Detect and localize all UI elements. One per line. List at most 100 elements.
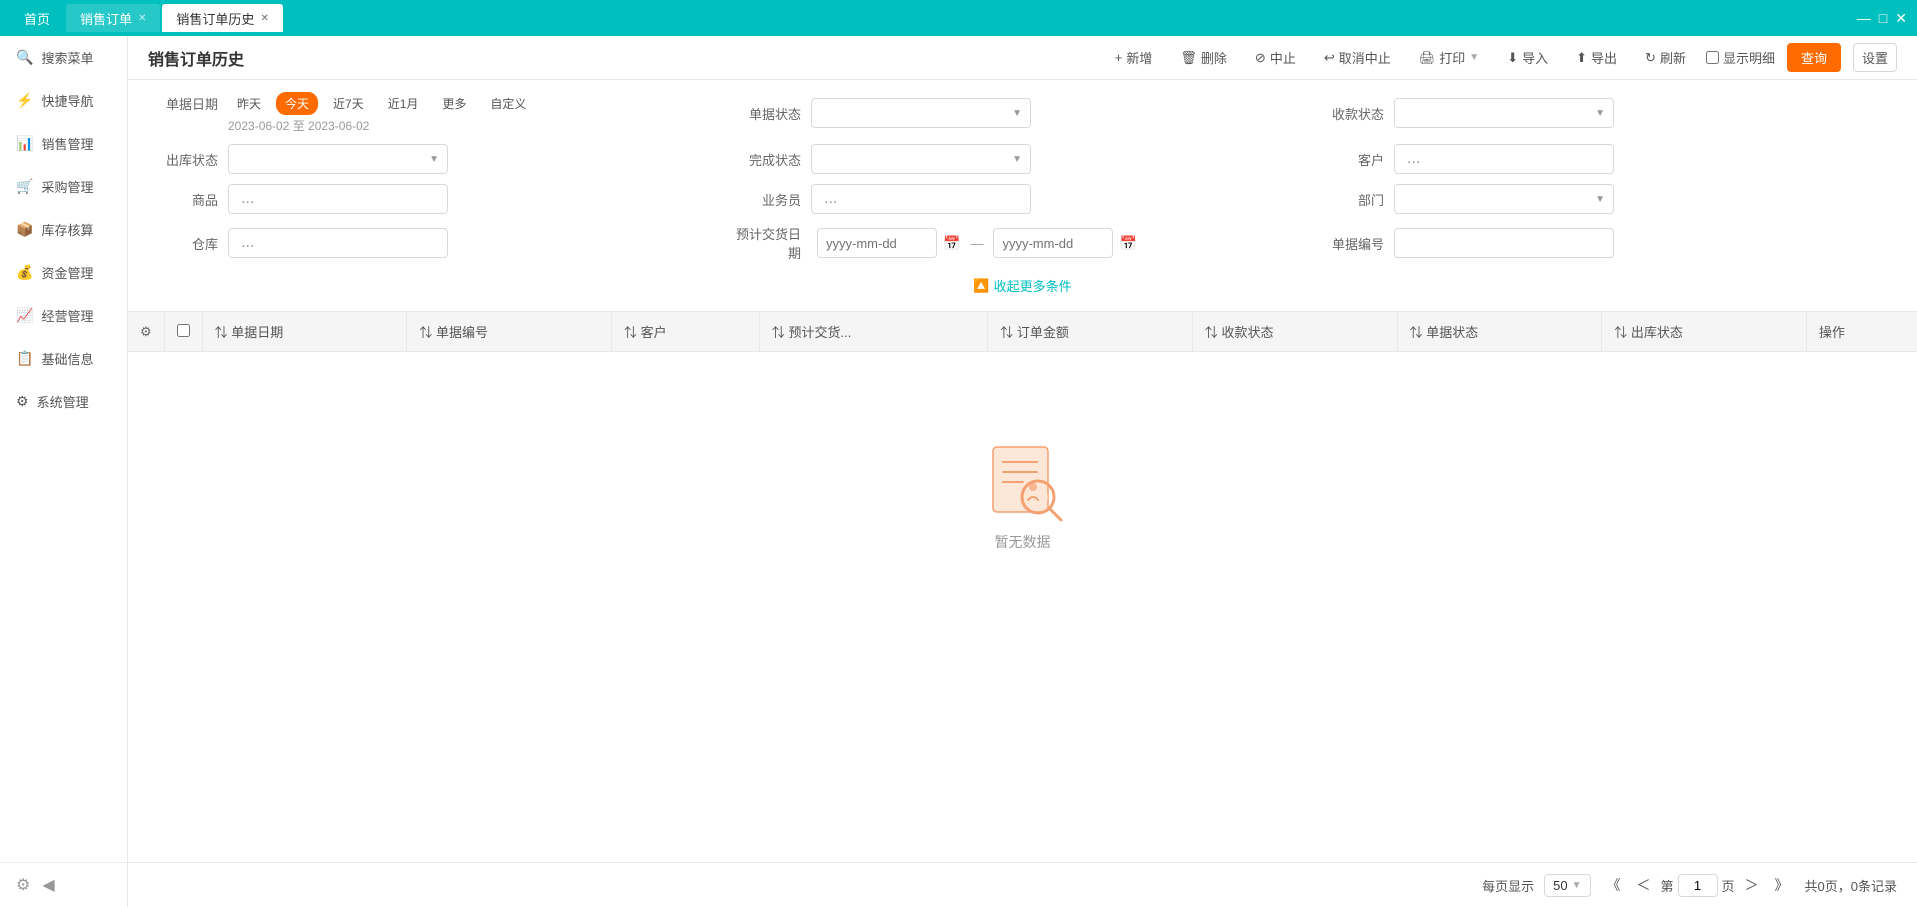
complete-chevron: ▼ — [1012, 154, 1022, 165]
export-button[interactable]: ⬆ 导出 — [1568, 44, 1625, 71]
sidebar-sales-label: 销售管理 — [41, 134, 93, 153]
chip-more[interactable]: 更多 — [433, 92, 475, 115]
tab-sales-order[interactable]: 销售订单 ✕ — [66, 4, 160, 32]
window-minimize-icon[interactable]: — — [1857, 10, 1871, 26]
tab-sales-order-close[interactable]: ✕ — [138, 13, 146, 24]
table-settings-icon[interactable]: ⚙ — [140, 324, 152, 339]
next-page-btn[interactable]: ＞ — [1739, 873, 1765, 897]
outbound-select[interactable]: ▼ — [228, 144, 448, 174]
doc-status-label: 单据状态 — [731, 104, 811, 123]
sort-number[interactable]: ⇅ 单据编号 — [419, 322, 599, 341]
sales-icon: 📊 — [16, 135, 33, 152]
customer-input[interactable]: ... — [1394, 144, 1614, 174]
chip-7days[interactable]: 近7天 — [324, 92, 373, 115]
tab-sales-history[interactable]: 销售订单历史 ✕ — [162, 4, 282, 32]
finance-icon: 💰 — [16, 264, 33, 281]
warehouse-input[interactable]: ... — [228, 228, 448, 258]
cancel-stop-button[interactable]: ↩ 取消中止 — [1316, 44, 1399, 71]
sidebar-operations-label: 经营管理 — [41, 306, 93, 325]
sidebar: 🔍 搜索菜单 ⚡ 快捷导航 📊 销售管理 🛒 采购管理 📦 库存核算 💰 资金管… — [0, 36, 128, 907]
payment-status-select[interactable]: ▼ — [1394, 98, 1614, 128]
salesperson-label: 业务员 — [731, 190, 811, 209]
delivery-date-end[interactable] — [993, 228, 1113, 258]
date-range-display: 2023-06-02 至 2023-06-02 — [228, 119, 369, 133]
sidebar-item-finance[interactable]: 💰 资金管理 — [0, 251, 127, 294]
filter-row-1: 单据日期 昨天 今天 近7天 近1月 更多 自定义 2023-06-02 至 2… — [148, 92, 1897, 134]
sort-outbound[interactable]: ⇅ 出库状态 — [1614, 322, 1794, 341]
tab-home[interactable]: 首页 — [10, 4, 64, 32]
filter-area: 单据日期 昨天 今天 近7天 近1月 更多 自定义 2023-06-02 至 2… — [128, 80, 1917, 312]
th-number-label: ⇅ 单据编号 — [419, 322, 488, 341]
page-title: 销售订单历史 — [148, 46, 244, 70]
cal-end-icon[interactable]: 📅 — [1119, 235, 1136, 252]
sidebar-item-purchase[interactable]: 🛒 采购管理 — [0, 165, 127, 208]
sidebar-item-inventory[interactable]: 📦 库存核算 — [0, 208, 127, 251]
select-all-checkbox[interactable] — [177, 324, 190, 337]
complete-select[interactable]: ▼ — [811, 144, 1031, 174]
tab-sales-history-close[interactable]: ✕ — [260, 13, 268, 24]
sidebar-collapse-icon[interactable]: ◀ — [42, 875, 54, 895]
stop-button[interactable]: ⊘ 中止 — [1247, 44, 1304, 71]
stop-label: 中止 — [1270, 48, 1296, 67]
sort-payment[interactable]: ⇅ 收款状态 — [1205, 322, 1385, 341]
salesperson-input[interactable]: ... — [811, 184, 1031, 214]
sidebar-item-operations[interactable]: 📈 经营管理 — [0, 294, 127, 337]
th-outbound-label: ⇅ 出库状态 — [1614, 322, 1683, 341]
dept-select[interactable]: ▼ — [1394, 184, 1614, 214]
query-button[interactable]: 查询 — [1787, 43, 1841, 72]
warehouse-label: 仓库 — [148, 234, 228, 253]
first-page-btn[interactable]: 《 — [1601, 873, 1627, 897]
collapse-filters-btn[interactable]: 🔼 收起更多条件 — [973, 272, 1071, 299]
doc-number-input[interactable] — [1394, 228, 1614, 258]
doc-status-select[interactable]: ▼ — [811, 98, 1031, 128]
th-number: ⇅ 单据编号 — [407, 312, 612, 352]
sidebar-settings-icon[interactable]: ⚙ — [16, 875, 30, 895]
sidebar-item-system[interactable]: ⚙ 系统管理 — [0, 380, 127, 423]
display-detail-toggle[interactable]: 显示明细 — [1706, 48, 1775, 67]
print-button[interactable]: 🖨 打印 ▼ — [1411, 44, 1487, 71]
table-area: ⚙ ⇅ 单据日期 ⇅ 单据编号 — [128, 312, 1917, 862]
sort-amount[interactable]: ⇅ 订单金额 — [1000, 322, 1180, 341]
inventory-icon: 📦 — [16, 221, 33, 238]
content-area: 销售订单历史 + 新增 🗑 删除 ⊘ 中止 ↩ 取消中止 — [128, 36, 1917, 907]
sidebar-item-basics[interactable]: 📋 基础信息 — [0, 337, 127, 380]
chip-today[interactable]: 今天 — [276, 92, 318, 115]
th-doc-status-label: ⇅ 单据状态 — [1410, 322, 1479, 341]
import-label: 导入 — [1522, 48, 1548, 67]
chip-1month[interactable]: 近1月 — [379, 92, 428, 115]
last-page-btn[interactable]: 》 — [1769, 873, 1795, 897]
operations-icon: 📈 — [16, 307, 33, 324]
filter-row-4: 仓库 ... 预计交货日期 📅 — 📅 单据编号 — [148, 224, 1897, 262]
goods-input[interactable]: ... — [228, 184, 448, 214]
delivery-date-start[interactable] — [817, 228, 937, 258]
customer-label: 客户 — [1314, 150, 1394, 169]
stop-icon: ⊘ — [1255, 50, 1266, 66]
prev-page-btn[interactable]: ＜ — [1631, 873, 1657, 897]
page-size-select[interactable]: 50 ▼ — [1544, 874, 1590, 897]
export-icon: ⬆ — [1576, 50, 1587, 66]
delete-button[interactable]: 🗑 删除 — [1172, 44, 1235, 71]
setting-button[interactable]: 设置 — [1853, 43, 1897, 72]
sort-customer[interactable]: ⇅ 客户 — [624, 322, 747, 341]
display-detail-checkbox[interactable] — [1706, 51, 1719, 64]
chip-custom[interactable]: 自定义 — [481, 92, 535, 115]
cal-start-icon[interactable]: 📅 — [943, 235, 960, 252]
goods-dots: ... — [237, 190, 258, 208]
page-label: 第 — [1661, 876, 1674, 895]
sort-date[interactable]: ⇅ 单据日期 — [215, 322, 395, 341]
refresh-button[interactable]: ↻ 刷新 — [1637, 44, 1694, 71]
window-maximize-icon[interactable]: □ — [1879, 10, 1887, 26]
sidebar-purchase-label: 采购管理 — [41, 177, 93, 196]
page-number-input[interactable] — [1678, 874, 1718, 897]
sidebar-item-search[interactable]: 🔍 搜索菜单 — [0, 36, 127, 79]
purchase-icon: 🛒 — [16, 178, 33, 195]
print-label: 打印 — [1439, 48, 1465, 67]
sidebar-item-quicknav[interactable]: ⚡ 快捷导航 — [0, 79, 127, 122]
chip-yesterday[interactable]: 昨天 — [228, 92, 270, 115]
add-button[interactable]: + 新增 — [1107, 44, 1161, 71]
import-button[interactable]: ⬇ 导入 — [1499, 44, 1556, 71]
sidebar-item-sales[interactable]: 📊 销售管理 — [0, 122, 127, 165]
sort-delivery[interactable]: ⇅ 预计交货... — [772, 322, 975, 341]
window-close-icon[interactable]: ✕ — [1895, 10, 1907, 27]
sort-doc-status[interactable]: ⇅ 单据状态 — [1410, 322, 1590, 341]
